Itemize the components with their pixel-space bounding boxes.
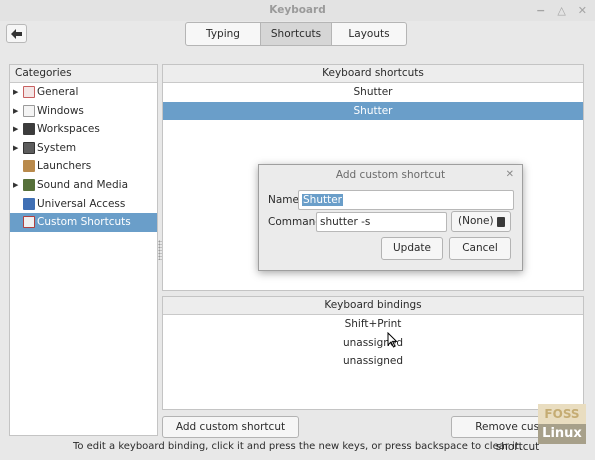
category-label: Universal Access: [37, 197, 126, 210]
category-general[interactable]: ▶ General: [10, 83, 157, 102]
category-custom-shortcuts[interactable]: Custom Shortcuts: [10, 213, 157, 232]
mouse-pointer-icon: [387, 332, 398, 348]
general-icon: [23, 86, 35, 98]
category-universal-access[interactable]: Universal Access: [10, 195, 157, 214]
launchers-icon: [23, 160, 35, 173]
binding-row[interactable]: Shift+Print: [163, 315, 583, 334]
expander-icon[interactable]: ▶: [13, 102, 18, 121]
shortcut-row[interactable]: Shutter: [163, 101, 583, 120]
category-label: Custom Shortcuts: [37, 216, 131, 229]
add-custom-shortcut-button[interactable]: Add custom shortcut: [162, 416, 299, 438]
file-chooser-label: (None): [458, 215, 494, 227]
binding-row[interactable]: unassigned: [163, 352, 583, 371]
update-button[interactable]: Update: [381, 237, 443, 260]
maximize-icon[interactable]: △: [557, 0, 565, 21]
category-launchers[interactable]: Launchers: [10, 157, 157, 176]
back-button[interactable]: [6, 24, 27, 43]
universal-access-icon: [23, 197, 35, 210]
categories-header: Categories: [10, 65, 157, 83]
custom-shortcuts-icon: [23, 216, 35, 229]
expander-icon[interactable]: ▶: [13, 139, 18, 158]
windows-icon: [23, 104, 35, 117]
window-controls: − △ ✕: [536, 0, 587, 21]
arrow-left-icon: [11, 28, 22, 39]
dialog-title: Add custom shortcut: [335, 169, 446, 181]
command-file-chooser-button[interactable]: (None): [451, 211, 511, 232]
cancel-button[interactable]: Cancel: [449, 237, 511, 260]
category-workspaces[interactable]: ▶ Workspaces: [10, 120, 157, 139]
name-value: Shutter: [302, 194, 343, 206]
dialog-title-bar: Add custom shortcut ✕: [259, 165, 522, 185]
category-windows[interactable]: ▶ Windows: [10, 102, 157, 121]
minimize-icon[interactable]: −: [536, 0, 545, 21]
categories-panel: Categories ▶ General ▶ Windows ▶ Workspa…: [9, 64, 158, 436]
keyboard-bindings-panel: Keyboard bindings Shift+Print unassigned…: [162, 296, 584, 410]
hint-text: To edit a keyboard binding, click it and…: [72, 441, 523, 452]
command-input[interactable]: shutter -s: [316, 212, 447, 232]
expander-icon[interactable]: ▶: [13, 83, 18, 102]
category-sound-and-media[interactable]: ▶ Sound and Media: [10, 176, 157, 195]
system-icon: [23, 141, 35, 154]
tab-switcher: Typing Shortcuts Layouts: [185, 22, 407, 46]
window-title: Keyboard: [269, 4, 326, 16]
sound-media-icon: [23, 178, 35, 191]
category-system[interactable]: ▶ System: [10, 139, 157, 158]
dialog-close-icon[interactable]: ✕: [506, 165, 514, 185]
close-icon[interactable]: ✕: [578, 0, 587, 21]
shortcut-row[interactable]: Shutter: [163, 83, 583, 102]
keyboard-shortcuts-header: Keyboard shortcuts: [163, 65, 583, 83]
categories-list: ▶ General ▶ Windows ▶ Workspaces ▶ Syste…: [10, 83, 157, 232]
expander-icon[interactable]: ▶: [13, 120, 18, 139]
category-label: Workspaces: [37, 123, 100, 136]
title-bar: Keyboard − △ ✕: [0, 0, 595, 21]
add-custom-shortcut-dialog: Add custom shortcut ✕ Name: Shutter Comm…: [258, 164, 523, 271]
category-label: Windows: [37, 104, 84, 117]
category-label: System: [37, 141, 77, 154]
category-label: Sound and Media: [37, 178, 129, 191]
trash-icon: [497, 217, 505, 227]
category-label: Launchers: [37, 160, 92, 173]
tab-shortcuts[interactable]: Shortcuts: [261, 22, 332, 46]
tab-typing[interactable]: Typing: [185, 22, 261, 46]
name-input[interactable]: Shutter: [298, 190, 514, 210]
category-label: General: [37, 86, 79, 98]
workspaces-icon: [23, 123, 35, 136]
tab-layouts[interactable]: Layouts: [332, 22, 407, 46]
watermark-logo: FOSS Linux: [538, 404, 586, 444]
expander-icon[interactable]: ▶: [13, 176, 18, 195]
keyboard-bindings-header: Keyboard bindings: [163, 297, 583, 315]
binding-row[interactable]: unassigned: [163, 334, 583, 353]
watermark-line2: Linux: [538, 424, 586, 444]
watermark-line1: FOSS: [538, 404, 586, 424]
